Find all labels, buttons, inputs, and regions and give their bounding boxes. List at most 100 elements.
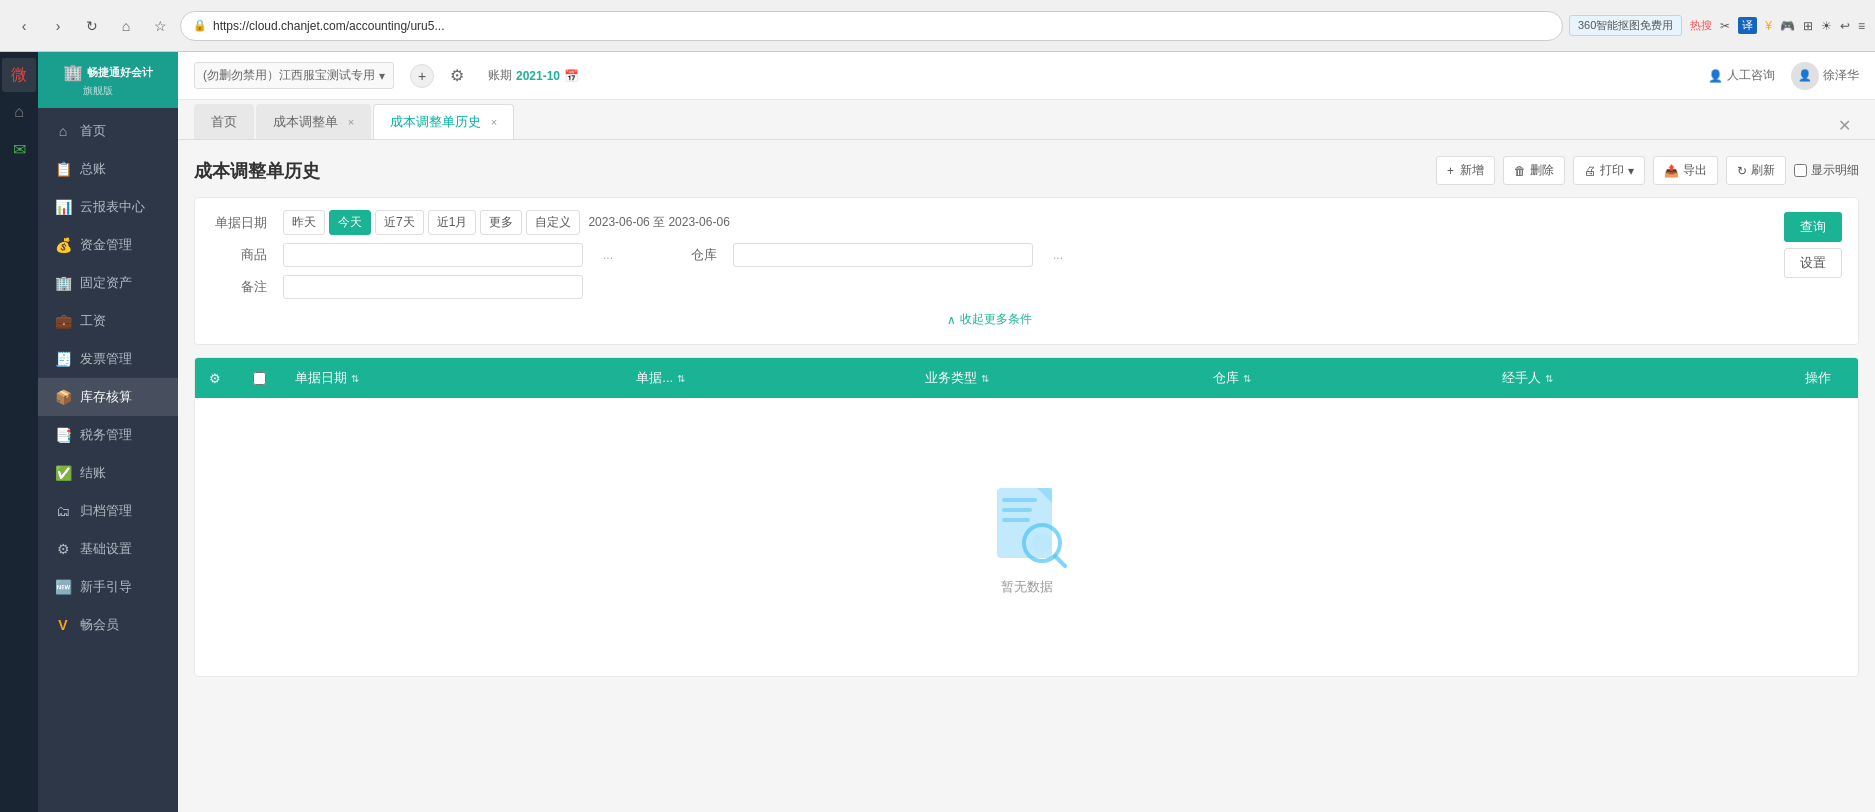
- brightness-tool[interactable]: ☀: [1821, 19, 1832, 33]
- date-btn-yesterday[interactable]: 昨天: [283, 210, 325, 235]
- sidebar-item-vip[interactable]: V 畅会员: [38, 606, 178, 644]
- collapse-filter-btn[interactable]: ∧ 收起更多条件: [211, 307, 1768, 332]
- svg-point-5: [1032, 533, 1052, 553]
- show-detail-checkbox[interactable]: [1794, 164, 1807, 177]
- th-warehouse[interactable]: 仓库 ⇅: [1201, 369, 1489, 387]
- tab-cost-adjustment-label: 成本调整单: [273, 114, 338, 129]
- left-icon-1[interactable]: ⌂: [2, 95, 36, 129]
- th-type[interactable]: 业务类型 ⇅: [913, 369, 1201, 387]
- sidebar-item-general-ledger[interactable]: 📋 总账: [38, 150, 178, 188]
- print-dropdown-icon: ▾: [1628, 164, 1634, 178]
- home-button[interactable]: ⌂: [112, 12, 140, 40]
- tab-cost-adjustment[interactable]: 成本调整单 ×: [256, 104, 371, 139]
- lock-icon: 🔒: [193, 19, 207, 32]
- sidebar-item-inventory[interactable]: 📦 库存核算: [38, 378, 178, 416]
- note-input[interactable]: [283, 275, 583, 299]
- back-button[interactable]: ‹: [10, 12, 38, 40]
- sidebar-item-cloud-reports[interactable]: 📊 云报表中心: [38, 188, 178, 226]
- th-number[interactable]: 单据... ⇅: [624, 369, 912, 387]
- url-bar[interactable]: 🔒 https://cloud.chanjet.com/accounting/u…: [180, 11, 1563, 41]
- sidebar-item-home[interactable]: ⌂ 首页: [38, 112, 178, 150]
- goods-filter-row: 商品 ... 仓库 ...: [211, 243, 1768, 267]
- th-warehouse-label: 仓库: [1213, 369, 1239, 387]
- date-btn-today[interactable]: 今天: [329, 210, 371, 235]
- grid-tool[interactable]: ⊞: [1803, 19, 1813, 33]
- bookmark-button[interactable]: ☆: [146, 12, 174, 40]
- customer-service-link[interactable]: 👤 人工咨询: [1708, 67, 1775, 84]
- date-btn-7days[interactable]: 近7天: [375, 210, 424, 235]
- add-company-button[interactable]: +: [410, 64, 434, 88]
- tutorial-icon: 🆕: [54, 579, 72, 595]
- empty-state: 暂无数据: [195, 398, 1858, 676]
- period-display: 账期 2021-10 📅: [488, 67, 579, 84]
- translate-tool[interactable]: 译: [1738, 17, 1757, 34]
- sidebar-item-fixed-assets[interactable]: 🏢 固定资产: [38, 264, 178, 302]
- date-btn-custom[interactable]: 自定义: [526, 210, 580, 235]
- home-icon: ⌂: [54, 123, 72, 139]
- game-tool[interactable]: 🎮: [1780, 19, 1795, 33]
- period-value: 2021-10: [516, 69, 560, 83]
- page-content: 成本调整单历史 + 新增 🗑 删除 🖨 打印 ▾: [178, 140, 1875, 812]
- show-detail-checkbox-label[interactable]: 显示明细: [1794, 162, 1859, 179]
- period-label: 账期: [488, 67, 512, 84]
- setting-button[interactable]: 设置: [1784, 248, 1842, 278]
- goods-input[interactable]: [283, 243, 583, 267]
- tab-cost-adjustment-close[interactable]: ×: [348, 116, 354, 128]
- th-settings[interactable]: ⚙: [195, 371, 235, 386]
- goods-more-btn[interactable]: ...: [603, 248, 613, 262]
- sidebar-item-payroll[interactable]: 💼 工资: [38, 302, 178, 340]
- date-filter-row: 单据日期 昨天 今天 近7天 近1月 更多 自定义 2023-06-06 至 2…: [211, 210, 1768, 235]
- sidebar-item-label-tax: 税务管理: [80, 426, 132, 444]
- sidebar-item-settings[interactable]: ⚙ 基础设置: [38, 530, 178, 568]
- th-operator[interactable]: 经手人 ⇅: [1490, 369, 1778, 387]
- refresh-button[interactable]: ↻: [78, 12, 106, 40]
- close-all-tabs-button[interactable]: ✕: [1830, 116, 1859, 135]
- extension-360[interactable]: 360智能抠图免费用: [1569, 15, 1682, 36]
- tab-cost-adjustment-history[interactable]: 成本调整单历史 ×: [373, 104, 514, 139]
- sidebar-item-label-settings: 基础设置: [80, 540, 132, 558]
- th-date[interactable]: 单据日期 ⇅: [283, 369, 624, 387]
- sidebar-item-tutorial[interactable]: 🆕 新手引导: [38, 568, 178, 606]
- user-avatar: 👤: [1791, 62, 1819, 90]
- sidebar-item-archive[interactable]: 🗂 归档管理: [38, 492, 178, 530]
- date-btn-more[interactable]: 更多: [480, 210, 522, 235]
- refresh-button-toolbar[interactable]: ↻ 刷新: [1726, 156, 1786, 185]
- th-checkbox[interactable]: [235, 372, 283, 385]
- delete-button[interactable]: 🗑 删除: [1503, 156, 1565, 185]
- top-right-area: 👤 人工咨询 👤 徐泽华: [1708, 62, 1859, 90]
- tab-history-close[interactable]: ×: [491, 116, 497, 128]
- sidebar-item-fund-management[interactable]: 💰 资金管理: [38, 226, 178, 264]
- export-button[interactable]: 📤 导出: [1653, 156, 1718, 185]
- company-selector[interactable]: (勿删勿禁用）江西服宝测试专用 ▾: [194, 62, 394, 89]
- th-number-label: 单据...: [636, 369, 673, 387]
- vip-icon: V: [54, 617, 72, 633]
- tabs-bar: 首页 成本调整单 × 成本调整单历史 × ✕: [178, 100, 1875, 140]
- calendar-icon[interactable]: 📅: [564, 69, 579, 83]
- sidebar-item-tax[interactable]: 📑 税务管理: [38, 416, 178, 454]
- select-all-checkbox[interactable]: [253, 372, 266, 385]
- warehouse-more-btn[interactable]: ...: [1053, 248, 1063, 262]
- left-icon-weibo[interactable]: 微: [2, 58, 36, 92]
- sidebar-item-closing[interactable]: ✅ 结账: [38, 454, 178, 492]
- sidebar-item-label-assets: 固定资产: [80, 274, 132, 292]
- scissors-tool[interactable]: ✂: [1720, 19, 1730, 33]
- sidebar-item-invoice[interactable]: 🧾 发票管理: [38, 340, 178, 378]
- undo-tool[interactable]: ↩: [1840, 19, 1850, 33]
- date-filter-buttons: 昨天 今天 近7天 近1月 更多 自定义 2023-06-06 至 2023-0…: [283, 210, 730, 235]
- user-menu[interactable]: 👤 徐泽华: [1791, 62, 1859, 90]
- tab-home[interactable]: 首页: [194, 104, 254, 139]
- warehouse-input[interactable]: [733, 243, 1033, 267]
- date-btn-1month[interactable]: 近1月: [428, 210, 477, 235]
- hot-search-badge[interactable]: 热搜: [1690, 18, 1712, 33]
- column-settings-icon: ⚙: [209, 371, 221, 386]
- forward-button[interactable]: ›: [44, 12, 72, 40]
- wallet-tool[interactable]: ¥: [1765, 19, 1772, 33]
- settings-gear-icon[interactable]: ⚙: [450, 66, 464, 85]
- query-button[interactable]: 查询: [1784, 212, 1842, 242]
- warehouse-filter-label: 仓库: [661, 246, 717, 264]
- left-icon-2[interactable]: ✉: [2, 132, 36, 166]
- export-icon: 📤: [1664, 164, 1679, 178]
- menu-tool[interactable]: ≡: [1858, 19, 1865, 33]
- add-button[interactable]: + 新增: [1436, 156, 1495, 185]
- print-button[interactable]: 🖨 打印 ▾: [1573, 156, 1645, 185]
